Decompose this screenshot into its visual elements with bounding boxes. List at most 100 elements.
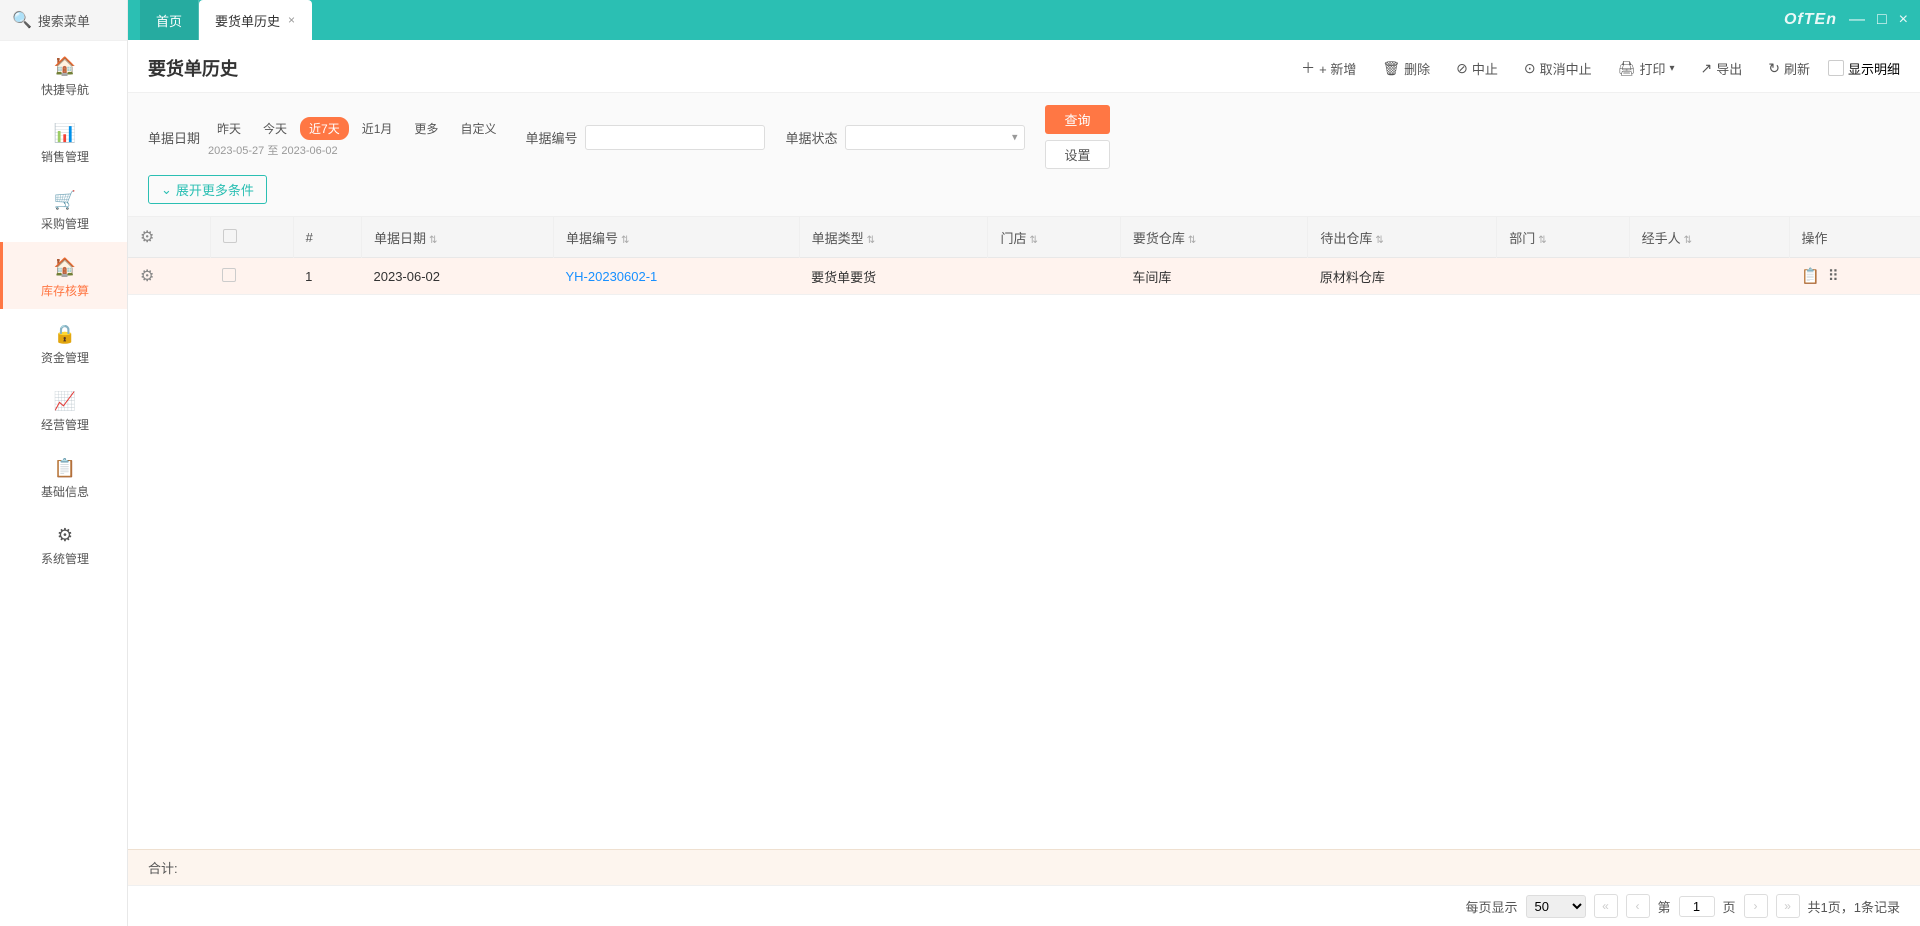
footer-total-label: 合计: — [148, 861, 178, 876]
cell-check-0 — [210, 258, 293, 295]
topbar-tab-home[interactable]: 首页 — [140, 0, 199, 40]
search-row: 单据日期 昨天今天近7天近1月更多自定义 2023-05-27 至 2023-0… — [148, 105, 1900, 169]
topbar: 首页要货单历史× OfTEn — □ × — [128, 0, 1920, 40]
status-select-wrapper: ▾ — [845, 125, 1025, 150]
new-btn[interactable]: ＋ + 新增 — [1293, 54, 1364, 82]
brand-label: OfTEn — [1784, 11, 1837, 29]
next-page-btn[interactable]: › — [1744, 894, 1768, 918]
sidebar-item-label-base-info: 基础信息 — [41, 483, 89, 500]
system-icon: ⚙ — [54, 524, 76, 546]
row-actions-0: 📋⠿ — [1801, 267, 1908, 285]
row-checkbox-0[interactable] — [222, 268, 236, 282]
sidebar-item-label-operations: 经营管理 — [41, 416, 89, 433]
select-all-checkbox[interactable] — [223, 229, 237, 243]
refresh-btn[interactable]: ↻ 刷新 — [1760, 55, 1818, 82]
col-header-dept[interactable]: 部门⇅ — [1497, 217, 1629, 258]
page-number-input[interactable] — [1679, 896, 1715, 917]
col-header-doc_no[interactable]: 单据编号⇅ — [553, 217, 799, 258]
page-header: 要货单历史 ＋ + 新增 🗑 删除 ⊘ 中止 ⊙ 取消中止 — [128, 40, 1920, 93]
sidebar-item-system[interactable]: ⚙ 系统管理 — [0, 510, 127, 577]
cell-doc_type-0: 要货单要货 — [799, 258, 988, 295]
col-header-num: # — [293, 217, 361, 258]
setting-btn[interactable]: 设置 — [1045, 140, 1109, 169]
main-area: 首页要货单历史× OfTEn — □ × 要货单历史 ＋ + 新增 🗑 删除 — [128, 0, 1920, 926]
export-icon: ↗ — [1700, 60, 1712, 77]
prev-page-btn[interactable]: ‹ — [1626, 894, 1650, 918]
topbar-right: OfTEn — □ × — [1784, 11, 1908, 29]
date-btn-3[interactable]: 近1月 — [353, 117, 402, 140]
window-close-btn[interactable]: × — [1899, 11, 1908, 29]
export-btn-label: 导出 — [1716, 59, 1742, 78]
row-edit-icon-0[interactable]: 📋 — [1801, 267, 1820, 285]
date-btn-4[interactable]: 更多 — [405, 117, 447, 140]
date-btn-1[interactable]: 今天 — [254, 117, 296, 140]
cell-dept-0 — [1497, 258, 1629, 295]
sidebar-item-purchase[interactable]: 🛒 采购管理 — [0, 175, 127, 242]
col-header-date[interactable]: 单据日期⇅ — [362, 217, 554, 258]
window-maximize-btn[interactable]: □ — [1877, 11, 1887, 29]
last-page-btn[interactable]: » — [1776, 894, 1800, 918]
search-menu-item[interactable]: 🔍 搜索菜单 — [0, 0, 127, 41]
per-page-label: 每页显示 — [1465, 897, 1517, 916]
date-btn-0[interactable]: 昨天 — [208, 117, 250, 140]
per-page-select[interactable]: 50 100 200 — [1526, 895, 1586, 918]
expand-btn[interactable]: ⌄ 展开更多条件 — [148, 175, 267, 204]
suspend-btn-label: 中止 — [1472, 59, 1498, 78]
query-btn[interactable]: 查询 — [1045, 105, 1109, 134]
cancel-suspend-btn[interactable]: ⊙ 取消中止 — [1516, 55, 1600, 82]
show-detail-toggle[interactable]: 显示明细 — [1828, 59, 1900, 78]
col-header-doc_type[interactable]: 单据类型⇅ — [799, 217, 988, 258]
tab-label-home: 首页 — [156, 11, 182, 30]
export-btn[interactable]: ↗ 导出 — [1692, 55, 1750, 82]
toolbar: ＋ + 新增 🗑 删除 ⊘ 中止 ⊙ 取消中止 🖨 打印 — [1293, 54, 1900, 82]
suspend-btn[interactable]: ⊘ 中止 — [1448, 55, 1506, 82]
window-minimize-btn[interactable]: — — [1849, 11, 1865, 29]
table-area: ⚙#单据日期⇅单据编号⇅单据类型⇅门店⇅要货仓库⇅待出仓库⇅部门⇅经手人⇅操作 … — [128, 217, 1920, 849]
topbar-tab-requisition-history[interactable]: 要货单历史× — [199, 0, 312, 40]
first-page-btn[interactable]: « — [1594, 894, 1618, 918]
expand-btn-label: 展开更多条件 — [176, 180, 254, 199]
operations-icon: 📈 — [54, 390, 76, 412]
settings-gear-icon[interactable]: ⚙ — [140, 229, 154, 246]
table-row: ⚙12023-06-02YH-20230602-1要货单要货车间库原材料仓库📋⠿ — [128, 258, 1920, 295]
delete-btn[interactable]: 🗑 删除 — [1374, 55, 1438, 82]
sidebar-item-base-info[interactable]: 📋 基础信息 — [0, 443, 127, 510]
sidebar-item-operations[interactable]: 📈 经营管理 — [0, 376, 127, 443]
sidebar-item-label-finance: 资金管理 — [41, 349, 89, 366]
sidebar-item-finance[interactable]: 🔒 资金管理 — [0, 309, 127, 376]
col-header-settings: ⚙ — [128, 217, 210, 258]
table-footer: 合计: — [128, 849, 1920, 885]
doc-no-link-0[interactable]: YH-20230602-1 — [565, 269, 657, 284]
sort-icon-dept: ⇅ — [1538, 235, 1546, 246]
col-header-check — [210, 217, 293, 258]
cancel-suspend-btn-label: 取消中止 — [1540, 59, 1592, 78]
cell-action-0: 📋⠿ — [1789, 258, 1920, 295]
search-icon: 🔍 — [12, 10, 32, 30]
status-select[interactable] — [845, 125, 1025, 150]
date-label: 单据日期 — [148, 128, 200, 147]
col-header-req_warehouse[interactable]: 要货仓库⇅ — [1120, 217, 1308, 258]
date-btn-5[interactable]: 自定义 — [451, 117, 505, 140]
sidebar-item-sales[interactable]: 📊 销售管理 — [0, 108, 127, 175]
sales-icon: 📊 — [54, 122, 76, 144]
doc-number-input[interactable] — [585, 125, 765, 150]
search-actions: 查询 设置 — [1045, 105, 1109, 169]
tab-close-requisition-history[interactable]: × — [288, 13, 295, 27]
pagination-bar: 每页显示 50 100 200 « ‹ 第 页 › » 共1页，1条记录 — [128, 885, 1920, 926]
sidebar-item-inventory[interactable]: 🏠 库存核算 — [0, 242, 127, 309]
sort-icon-doc_no: ⇅ — [621, 235, 629, 246]
chevron-down-icon: ⌄ — [161, 182, 172, 198]
col-header-handler[interactable]: 经手人⇅ — [1629, 217, 1789, 258]
col-header-store[interactable]: 门店⇅ — [988, 217, 1120, 258]
sidebar-item-quick-nav[interactable]: 🏠 快捷导航 — [0, 41, 127, 108]
col-header-pending_warehouse[interactable]: 待出仓库⇅ — [1308, 217, 1497, 258]
sort-icon-store: ⇅ — [1029, 235, 1037, 246]
date-btn-2[interactable]: 近7天 — [300, 117, 349, 140]
show-detail-checkbox[interactable] — [1828, 60, 1844, 76]
doc-number-label: 单据编号 — [525, 128, 577, 147]
row-more-icon-0[interactable]: ⠿ — [1828, 267, 1839, 285]
row-settings-icon[interactable]: ⚙ — [140, 268, 154, 285]
quick-nav-icon: 🏠 — [54, 55, 76, 77]
print-btn[interactable]: 🖨 打印 ▾ — [1610, 55, 1683, 82]
sidebar-item-label-system: 系统管理 — [41, 550, 89, 567]
